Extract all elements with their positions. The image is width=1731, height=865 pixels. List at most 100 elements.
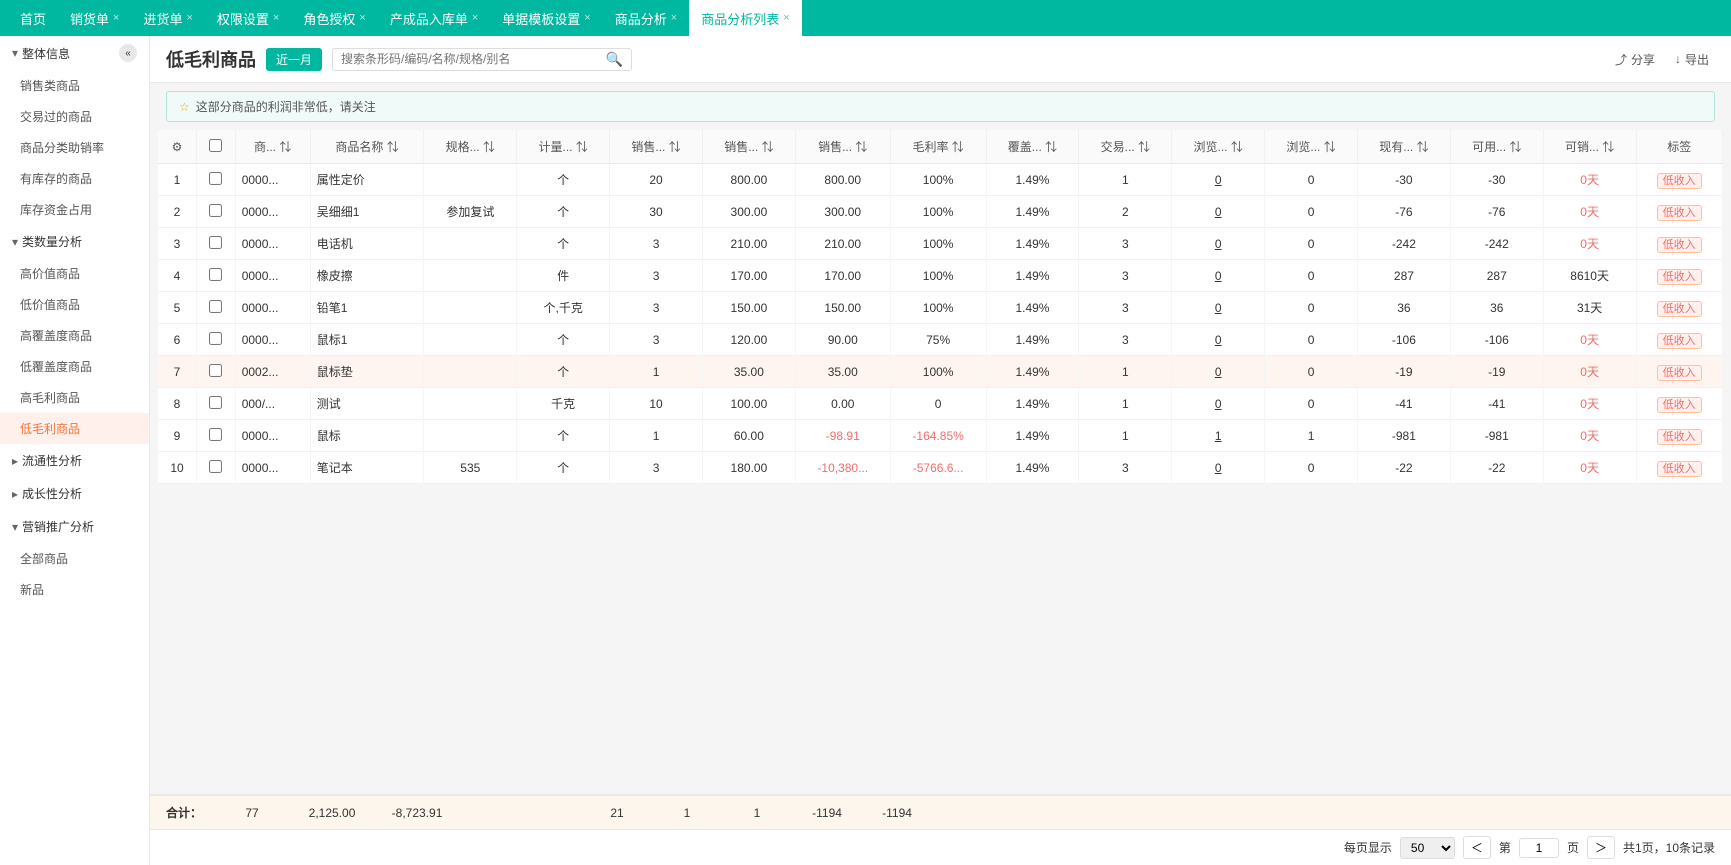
row-tag: 低收入 bbox=[1636, 260, 1722, 292]
row-checkbox[interactable] bbox=[197, 164, 236, 196]
row-select-checkbox[interactable] bbox=[209, 332, 222, 345]
sidebar-item-stock-capital[interactable]: 库存资金占用 bbox=[0, 194, 149, 225]
col-sales-price[interactable]: 销售... ⇅ bbox=[702, 130, 795, 164]
row-checkbox[interactable] bbox=[197, 228, 236, 260]
row-select-checkbox[interactable] bbox=[209, 460, 222, 473]
sidebar-item-low-margin[interactable]: 低毛利商品 bbox=[0, 413, 149, 444]
col-settings[interactable]: ⚙ bbox=[158, 130, 197, 164]
sidebar-group-quantity[interactable]: ▾ 类数量分析 bbox=[0, 225, 149, 258]
row-view1[interactable]: 0 bbox=[1172, 452, 1265, 484]
row-view1[interactable]: 0 bbox=[1172, 228, 1265, 260]
share-button[interactable]: ⤴ 分享 bbox=[1609, 49, 1661, 70]
col-stock-sellable[interactable]: 可销... ⇅ bbox=[1543, 130, 1636, 164]
row-select-checkbox[interactable] bbox=[209, 300, 222, 313]
col-code[interactable]: 商... ⇅ bbox=[235, 130, 310, 164]
close-icon[interactable]: × bbox=[671, 12, 677, 24]
col-view2[interactable]: 浏览... ⇅ bbox=[1265, 130, 1358, 164]
close-icon[interactable]: × bbox=[113, 12, 119, 24]
row-select-checkbox[interactable] bbox=[209, 428, 222, 441]
row-select-checkbox[interactable] bbox=[209, 172, 222, 185]
col-trade[interactable]: 交易... ⇅ bbox=[1079, 130, 1172, 164]
time-filter-button[interactable]: 近一月 bbox=[266, 48, 322, 71]
row-view1[interactable]: 0 bbox=[1172, 292, 1265, 324]
close-icon[interactable]: × bbox=[359, 12, 365, 24]
sidebar-item-sales-goods[interactable]: 销售类商品 bbox=[0, 70, 149, 101]
row-checkbox[interactable] bbox=[197, 324, 236, 356]
row-checkbox[interactable] bbox=[197, 260, 236, 292]
row-checkbox[interactable] bbox=[197, 452, 236, 484]
search-input[interactable] bbox=[341, 52, 606, 66]
row-checkbox[interactable] bbox=[197, 388, 236, 420]
page-number-input[interactable] bbox=[1519, 838, 1559, 858]
content-area: 低毛利商品 近一月 🔍 ⤴ 分享 ↓ 导出 ☆ 这部分商品的利润非常低，请关注 bbox=[150, 36, 1731, 865]
col-sales-count[interactable]: 销售... ⇅ bbox=[610, 130, 703, 164]
sidebar-item-high-coverage[interactable]: 高覆盖度商品 bbox=[0, 320, 149, 351]
col-stock-current[interactable]: 现有... ⇅ bbox=[1357, 130, 1450, 164]
close-icon[interactable]: × bbox=[783, 12, 789, 24]
sidebar-item-high-margin[interactable]: 高毛利商品 bbox=[0, 382, 149, 413]
close-icon[interactable]: × bbox=[186, 12, 192, 24]
col-view1[interactable]: 浏览... ⇅ bbox=[1172, 130, 1265, 164]
col-gross-rate[interactable]: 毛利率 ⇅ bbox=[890, 130, 986, 164]
row-view1[interactable]: 1 bbox=[1172, 420, 1265, 452]
sidebar-item-in-stock[interactable]: 有库存的商品 bbox=[0, 163, 149, 194]
sidebar-group-marketing[interactable]: ▾ 营销推广分析 bbox=[0, 510, 149, 543]
collapse-button[interactable]: « bbox=[119, 44, 137, 62]
row-spec bbox=[424, 356, 517, 388]
sidebar-group-circulation[interactable]: ▸ 流通性分析 bbox=[0, 444, 149, 477]
col-spec[interactable]: 规格... ⇅ bbox=[424, 130, 517, 164]
nav-purchase-order[interactable]: 进货单 × bbox=[131, 0, 204, 36]
col-unit[interactable]: 计量... ⇅ bbox=[517, 130, 610, 164]
row-checkbox[interactable] bbox=[197, 420, 236, 452]
row-view1[interactable]: 0 bbox=[1172, 324, 1265, 356]
close-icon[interactable]: × bbox=[273, 12, 279, 24]
sidebar-item-all-goods[interactable]: 全部商品 bbox=[0, 543, 149, 574]
row-name: 吴细细1 bbox=[310, 196, 424, 228]
row-select-checkbox[interactable] bbox=[209, 268, 222, 281]
search-icon[interactable]: 🔍 bbox=[606, 51, 623, 68]
row-view1[interactable]: 0 bbox=[1172, 260, 1265, 292]
row-trade: 2 bbox=[1079, 196, 1172, 228]
col-checkbox[interactable] bbox=[197, 130, 236, 164]
nav-sales-order[interactable]: 销货单 × bbox=[58, 0, 131, 36]
sidebar-item-traded-goods[interactable]: 交易过的商品 bbox=[0, 101, 149, 132]
row-no: 9 bbox=[158, 420, 197, 452]
close-icon[interactable]: × bbox=[472, 12, 478, 24]
nav-role-auth[interactable]: 角色授权 × bbox=[291, 0, 377, 36]
row-view1[interactable]: 0 bbox=[1172, 356, 1265, 388]
sidebar-item-low-coverage[interactable]: 低覆盖度商品 bbox=[0, 351, 149, 382]
col-stock-available[interactable]: 可用... ⇅ bbox=[1450, 130, 1543, 164]
row-view1[interactable]: 0 bbox=[1172, 196, 1265, 228]
nav-product-inbound[interactable]: 产成品入库单 × bbox=[378, 0, 490, 36]
row-checkbox[interactable] bbox=[197, 196, 236, 228]
row-select-checkbox[interactable] bbox=[209, 396, 222, 409]
nav-permissions[interactable]: 权限设置 × bbox=[205, 0, 291, 36]
next-page-button[interactable]: ＞ bbox=[1587, 836, 1615, 859]
close-icon[interactable]: × bbox=[584, 12, 590, 24]
row-select-checkbox[interactable] bbox=[209, 204, 222, 217]
nav-home[interactable]: 首页 bbox=[8, 0, 58, 36]
nav-product-analysis-list[interactable]: 商品分析列表 × bbox=[689, 0, 801, 36]
row-checkbox[interactable] bbox=[197, 292, 236, 324]
sidebar-item-new-goods[interactable]: 新品 bbox=[0, 574, 149, 605]
sidebar-item-high-value[interactable]: 高价值商品 bbox=[0, 258, 149, 289]
row-select-checkbox[interactable] bbox=[209, 236, 222, 249]
col-name[interactable]: 商品名称 ⇅ bbox=[310, 130, 424, 164]
nav-product-analysis[interactable]: 商品分析 × bbox=[603, 0, 689, 36]
row-select-checkbox[interactable] bbox=[209, 364, 222, 377]
sidebar-group-overall[interactable]: ▾ 整体信息 « bbox=[0, 36, 149, 70]
prev-page-button[interactable]: ＜ bbox=[1463, 836, 1491, 859]
sidebar-group-growth[interactable]: ▸ 成长性分析 bbox=[0, 477, 149, 510]
row-view1[interactable]: 0 bbox=[1172, 164, 1265, 196]
sidebar-item-low-value[interactable]: 低价值商品 bbox=[0, 289, 149, 320]
col-sales-profit[interactable]: 销售... ⇅ bbox=[795, 130, 890, 164]
page-size-select[interactable]: 50 100 200 bbox=[1400, 837, 1455, 859]
export-button[interactable]: ↓ 导出 bbox=[1669, 49, 1715, 70]
nav-template-settings[interactable]: 单据模板设置 × bbox=[490, 0, 602, 36]
select-all-checkbox[interactable] bbox=[209, 139, 222, 152]
col-tag[interactable]: 标签 bbox=[1636, 130, 1722, 164]
sidebar-item-category-rate[interactable]: 商品分类助销率 bbox=[0, 132, 149, 163]
row-view1[interactable]: 0 bbox=[1172, 388, 1265, 420]
row-checkbox[interactable] bbox=[197, 356, 236, 388]
col-coverage[interactable]: 覆盖... ⇅ bbox=[986, 130, 1079, 164]
